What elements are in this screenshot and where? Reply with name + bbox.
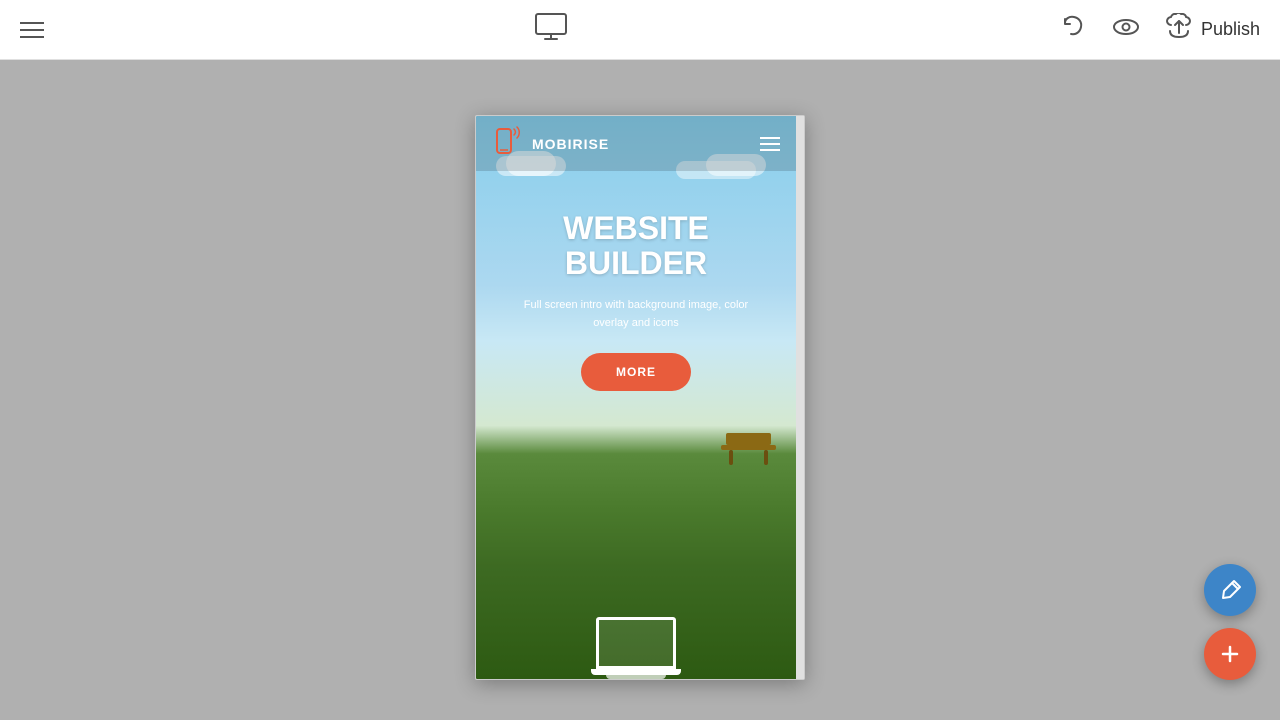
publish-button[interactable]: Publish xyxy=(1165,13,1260,46)
site-nav-menu[interactable] xyxy=(760,137,780,151)
scrollbar-track[interactable] xyxy=(796,116,804,679)
menu-button[interactable] xyxy=(20,22,44,38)
mobirise-logo-icon xyxy=(492,125,524,162)
hero-section: WEBSITE BUILDER Full screen intro with b… xyxy=(476,116,796,679)
phone-preview: WEBSITE BUILDER Full screen intro with b… xyxy=(475,115,805,680)
edit-fab[interactable] xyxy=(1204,564,1256,616)
canvas-area: WEBSITE BUILDER Full screen intro with b… xyxy=(0,60,1280,720)
toolbar-center xyxy=(533,9,569,50)
monitor-icon[interactable] xyxy=(533,9,569,50)
preview-icon[interactable] xyxy=(1111,12,1141,47)
upload-icon xyxy=(1165,13,1193,46)
publish-label: Publish xyxy=(1201,19,1260,40)
site-logo: MOBIRISE xyxy=(492,125,609,162)
site-nav: MOBIRISE xyxy=(476,116,796,171)
toolbar-left xyxy=(20,22,44,38)
bench xyxy=(721,435,776,465)
toolbar-right: Publish xyxy=(1059,12,1260,47)
undo-icon[interactable] xyxy=(1059,13,1087,46)
add-fab[interactable] xyxy=(1204,628,1256,680)
site-brand: MOBIRISE xyxy=(532,136,609,152)
hero-more-button[interactable]: MORE xyxy=(581,353,691,391)
site-content: WEBSITE BUILDER Full screen intro with b… xyxy=(476,116,804,679)
toolbar: Publish xyxy=(0,0,1280,60)
laptop-graphic xyxy=(591,617,681,679)
scrollbar-thumb[interactable] xyxy=(797,146,803,206)
hero-subtitle: Full screen intro with background image,… xyxy=(476,297,796,332)
hero-title: WEBSITE BUILDER xyxy=(563,211,709,281)
fab-container xyxy=(1204,564,1256,680)
